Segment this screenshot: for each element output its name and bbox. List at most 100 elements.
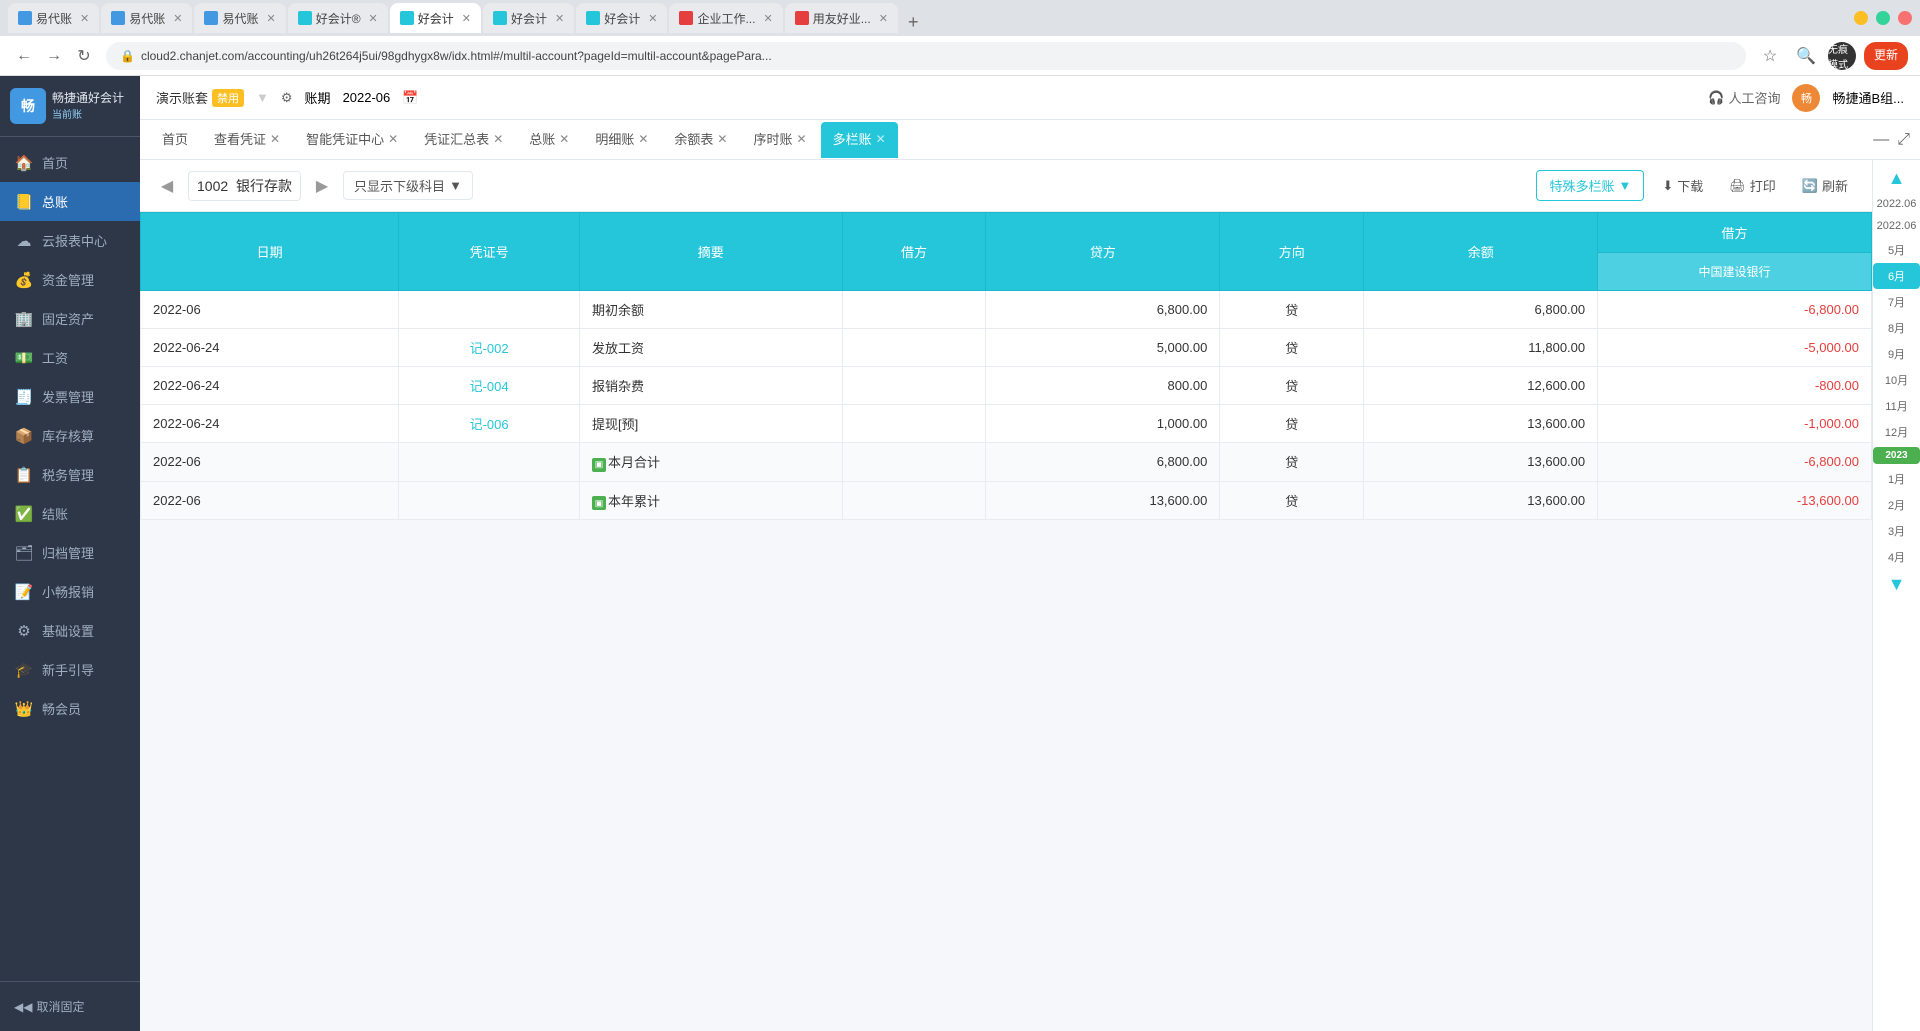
tab-close-7[interactable]: ✕ [763, 12, 772, 25]
timeline-up-button[interactable]: ▲ [1884, 164, 1910, 193]
voucher-link-1[interactable]: 记-002 [470, 341, 509, 356]
maximize-button[interactable] [1876, 11, 1890, 25]
tab-close-6[interactable]: ✕ [648, 12, 657, 25]
page-tab-general-ledger[interactable]: 总账 ✕ [517, 122, 581, 158]
update-button[interactable]: 更新 [1864, 42, 1908, 70]
tab-close-4[interactable]: ✕ [462, 12, 471, 25]
forward-button[interactable]: → [42, 44, 66, 68]
tab-close-8[interactable]: ✕ [879, 12, 888, 25]
tab-close-1[interactable]: ✕ [173, 12, 182, 25]
tab-close-0[interactable]: ✕ [80, 12, 89, 25]
account-selector[interactable]: 1002 银行存款 [188, 171, 301, 201]
page-tab-close-detail[interactable]: ✕ [638, 132, 648, 146]
sidebar-item-expense[interactable]: 📝 小畅报销 [0, 572, 140, 611]
browser-tab-2[interactable]: 易代账 ✕ [194, 3, 285, 33]
page-tab-close-multi[interactable]: ✕ [876, 132, 886, 146]
new-tab-button[interactable]: + [900, 12, 927, 33]
timeline-12月[interactable]: 12月 [1873, 419, 1920, 445]
sidebar-item-guide[interactable]: 🎓 新手引导 [0, 650, 140, 689]
search-icon[interactable]: 🔍 [1792, 42, 1820, 70]
timeline-8月[interactable]: 8月 [1873, 315, 1920, 341]
browser-tab-1[interactable]: 易代账 ✕ [101, 3, 192, 33]
timeline-2022-06-second[interactable]: 2022.06 [1873, 215, 1920, 237]
prev-account-button[interactable]: ◀ [156, 175, 178, 197]
sidebar-item-settings[interactable]: ⚙ 基础设置 [0, 611, 140, 650]
cell-voucher-3[interactable]: 记-006 [399, 405, 580, 443]
timeline-7月[interactable]: 7月 [1873, 289, 1920, 315]
cell-voucher-2[interactable]: 记-004 [399, 367, 580, 405]
sidebar-item-invoice[interactable]: 🧾 发票管理 [0, 377, 140, 416]
table-row: 2022-06 期初余额 6,800.00 贷 6,800.00 -6,800.… [141, 291, 1872, 329]
timeline-9月[interactable]: 9月 [1873, 341, 1920, 367]
sidebar-item-funds[interactable]: 💰 资金管理 [0, 260, 140, 299]
browser-tab-4[interactable]: 好会计 ✕ [390, 3, 481, 33]
reload-button[interactable]: ↻ [72, 44, 96, 68]
page-tab-home[interactable]: 首页 [150, 122, 200, 158]
multi-col-button[interactable]: 特殊多栏账 ▼ [1536, 170, 1644, 201]
timeline-down-button[interactable]: ▼ [1884, 570, 1910, 599]
voucher-link-2[interactable]: 记-004 [470, 379, 509, 394]
timeline-2022-06-first[interactable]: 2022.06 [1873, 193, 1920, 215]
filter-button[interactable]: 只显示下级科目 ▼ [343, 171, 473, 200]
cell-voucher-1[interactable]: 记-002 [399, 329, 580, 367]
tab-close-3[interactable]: ✕ [369, 12, 378, 25]
sidebar-item-fixed-assets[interactable]: 🏢 固定资产 [0, 299, 140, 338]
timeline-2023-3月[interactable]: 3月 [1873, 518, 1920, 544]
timeline-2023-2月[interactable]: 2月 [1873, 492, 1920, 518]
page-tab-voucher-summary[interactable]: 凭证汇总表 ✕ [412, 122, 515, 158]
page-tab-close-journal[interactable]: ✕ [797, 132, 807, 146]
sidebar-item-archive[interactable]: 🗂 归档管理 [0, 533, 140, 572]
cell-date-4: 2022-06 [141, 443, 399, 482]
next-account-button[interactable]: ▶ [311, 175, 333, 197]
page-tab-close-balance[interactable]: ✕ [717, 132, 727, 146]
tab-close-5[interactable]: ✕ [555, 12, 564, 25]
sidebar-item-home[interactable]: 🏠 首页 [0, 143, 140, 182]
calendar-icon[interactable]: 📅 [402, 90, 418, 106]
page-tab-close-voucher-summary[interactable]: ✕ [493, 132, 503, 146]
bookmark-icon[interactable]: ☆ [1756, 42, 1784, 70]
browser-tab-8[interactable]: 用友好业... ✕ [785, 3, 898, 33]
browser-tab-6[interactable]: 好会计 ✕ [576, 3, 667, 33]
timeline-11月[interactable]: 11月 [1873, 393, 1920, 419]
sidebar-item-payroll[interactable]: 💵 工资 [0, 338, 140, 377]
page-tab-multi-col[interactable]: 多栏账 ✕ [821, 122, 898, 158]
minimize-button[interactable] [1854, 11, 1868, 25]
browser-tab-5[interactable]: 好会计 ✕ [483, 3, 574, 33]
page-tab-detail[interactable]: 明细账 ✕ [583, 122, 660, 158]
timeline-5月[interactable]: 5月 [1873, 237, 1920, 263]
voucher-link-3[interactable]: 记-006 [470, 417, 509, 432]
page-tab-journal[interactable]: 序时账 ✕ [741, 122, 818, 158]
page-tab-close-voucher[interactable]: ✕ [270, 132, 280, 146]
sidebar-item-close-period[interactable]: ✅ 结账 [0, 494, 140, 533]
close-button[interactable] [1898, 11, 1912, 25]
page-tab-close-smart[interactable]: ✕ [388, 132, 398, 146]
sidebar-item-cloud-reports[interactable]: ☁ 云报表中心 [0, 221, 140, 260]
refresh-button[interactable]: 🔄 刷新 [1794, 172, 1856, 199]
page-tab-close-general[interactable]: ✕ [559, 132, 569, 146]
timeline-2023-1月[interactable]: 1月 [1873, 466, 1920, 492]
url-bar[interactable]: 🔒 cloud2.chanjet.com/accounting/uh26t264… [106, 42, 1746, 70]
print-button[interactable]: 🖨 打印 [1721, 172, 1784, 199]
timeline-2023-4月[interactable]: 4月 [1873, 544, 1920, 570]
sidebar-item-member[interactable]: 👑 畅会员 [0, 689, 140, 728]
timeline-6月[interactable]: 6月 [1873, 263, 1920, 289]
tab-minimize-icon[interactable]: — [1873, 131, 1889, 149]
browser-tab-3[interactable]: 好会计® ✕ [288, 3, 388, 33]
browser-tab-7[interactable]: 企业工作... ✕ [669, 3, 782, 33]
sidebar-item-inventory[interactable]: 📦 库存核算 [0, 416, 140, 455]
back-button[interactable]: ← [12, 44, 36, 68]
sidebar-item-ledger[interactable]: 📒 总账 [0, 182, 140, 221]
sidebar-item-tax[interactable]: 📋 税务管理 [0, 455, 140, 494]
unpin-button[interactable]: ◀◀ 取消固定 [10, 992, 130, 1021]
tab-close-2[interactable]: ✕ [266, 12, 275, 25]
help-button[interactable]: 🎧 人工咨询 [1708, 88, 1780, 107]
download-button[interactable]: ⬇ 下载 [1654, 172, 1711, 199]
timeline-10月[interactable]: 10月 [1873, 367, 1920, 393]
page-tab-smart-voucher[interactable]: 智能凭证中心 ✕ [294, 122, 410, 158]
browser-tab-0[interactable]: 易代账 ✕ [8, 3, 99, 33]
tab-expand-icon[interactable]: ⤢ [1897, 131, 1910, 149]
incognito-button[interactable]: 无痕模式 [1828, 42, 1856, 70]
settings-gear-icon[interactable]: ⚙ [281, 90, 293, 106]
page-tab-voucher[interactable]: 查看凭证 ✕ [202, 122, 292, 158]
page-tab-balance[interactable]: 余额表 ✕ [662, 122, 739, 158]
